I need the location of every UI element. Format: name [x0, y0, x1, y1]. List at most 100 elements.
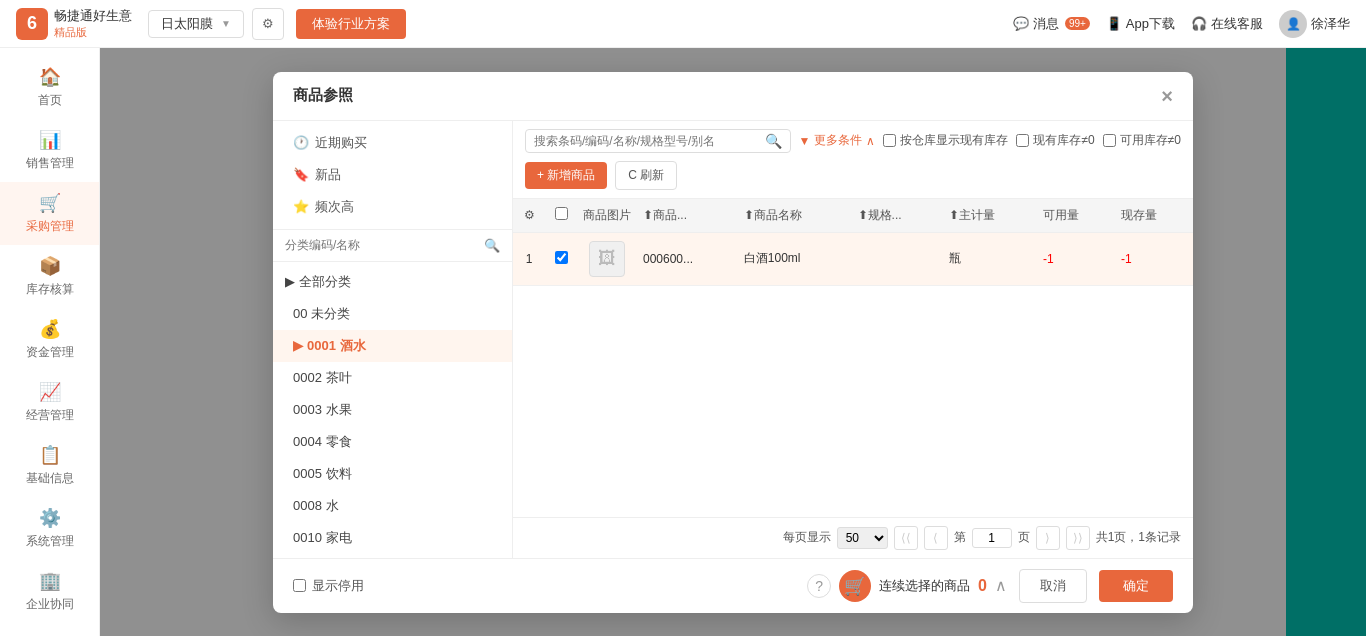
col-stock: 现存量	[1115, 199, 1193, 233]
star-icon: ⭐	[293, 199, 309, 214]
category-item-7[interactable]: 0008 水	[273, 490, 512, 522]
sidebar-item-7[interactable]: ⚙️ 系统管理	[0, 497, 99, 560]
category-list: ▶ 全部分类00 未分类▶ 0001 酒水0002 茶叶0003 水果0004 …	[273, 262, 512, 558]
quick-filters: 🕐 近期购买 🔖 新品 ⭐ 频次高	[273, 121, 512, 230]
table-row[interactable]: 1 🖼 000600... 白酒100ml 瓶 -1 -1	[513, 232, 1193, 285]
table-container: ⚙ 商品图片 ⬆商品...	[513, 199, 1193, 517]
page-suffix: 页	[1018, 529, 1030, 546]
add-product-button[interactable]: + 新增商品	[525, 162, 607, 189]
toolbar: 🔍 ▼ 更多条件 ∧ 按仓库显示现有库存	[513, 121, 1193, 199]
new-icon: 🔖	[293, 167, 309, 182]
sidebar-item-8[interactable]: 🏢 企业协同	[0, 560, 99, 623]
sidebar-icon-3: 📦	[39, 255, 61, 277]
sidebar-label-0: 首页	[38, 92, 62, 109]
select-all-checkbox[interactable]	[555, 207, 568, 220]
sidebar-item-9[interactable]: 📖 新手引导	[0, 623, 99, 636]
sidebar-label-7: 系统管理	[26, 533, 74, 550]
recent-buy-filter[interactable]: 🕐 近期购买	[285, 129, 500, 157]
left-panel: 🕐 近期购买 🔖 新品 ⭐ 频次高	[273, 121, 513, 558]
category-item-6[interactable]: 0005 饮料	[273, 458, 512, 490]
row-num: 1	[513, 232, 545, 285]
show-disabled-checkbox[interactable]: 显示停用	[293, 577, 364, 595]
app-download-button[interactable]: 📱 App下载	[1106, 15, 1175, 33]
category-item-5[interactable]: 0004 零食	[273, 426, 512, 458]
avatar: 👤	[1279, 10, 1307, 38]
refresh-button[interactable]: C 刷新	[615, 161, 677, 190]
category-item-8[interactable]: 0010 家电	[273, 522, 512, 554]
nav-right: 💬 消息 99+ 📱 App下载 🎧 在线客服 👤 徐泽华	[1013, 10, 1350, 38]
last-page-button[interactable]: ⟩⟩	[1066, 526, 1090, 550]
sidebar-label-2: 采购管理	[26, 218, 74, 235]
expand-icon: ▶	[285, 274, 295, 289]
sidebar-label-3: 库存核算	[26, 281, 74, 298]
sidebar-item-6[interactable]: 📋 基础信息	[0, 434, 99, 497]
modal-footer: 显示停用 ? 🛒 连续选择的商品 0 ∧ 取消 确定	[273, 558, 1193, 613]
row-available: -1	[1037, 232, 1115, 285]
modal-dialog: 商品参照 × 🕐 近期购买 🔖	[273, 72, 1193, 613]
sidebar-item-1[interactable]: 📊 销售管理	[0, 119, 99, 182]
cancel-button[interactable]: 取消	[1019, 569, 1087, 603]
category-item-1[interactable]: 00 未分类	[273, 298, 512, 330]
sidebar-item-2[interactable]: 🛒 采购管理	[0, 182, 99, 245]
confirm-button[interactable]: 确定	[1099, 570, 1173, 602]
pagination: 每页显示 50 20 100 ⟨⟨ ⟨ 第 页 ⟩	[513, 517, 1193, 558]
cart-area: ? 🛒 连续选择的商品 0 ∧	[807, 570, 1007, 602]
user-menu[interactable]: 👤 徐泽华	[1279, 10, 1350, 38]
sidebar-icon-6: 📋	[39, 444, 61, 466]
page-number-input[interactable]	[972, 528, 1012, 548]
per-page-select[interactable]: 50 20 100	[837, 527, 888, 549]
product-table: ⚙ 商品图片 ⬆商品...	[513, 199, 1193, 286]
category-all[interactable]: ▶ 全部分类	[273, 266, 512, 298]
category-search-input[interactable]	[285, 238, 478, 252]
content-area: 商品参照 × 🕐 近期购买 🔖	[100, 48, 1366, 636]
category-search: 🔍	[273, 230, 512, 262]
cart-count: 0	[978, 577, 987, 595]
logo-area: 6 畅捷通好生意 精品版	[16, 8, 132, 40]
sidebar-item-0[interactable]: 🏠 首页	[0, 56, 99, 119]
prev-page-button[interactable]: ⟨	[924, 526, 948, 550]
download-icon: 📱	[1106, 16, 1122, 31]
category-item-4[interactable]: 0003 水果	[273, 394, 512, 426]
col-code: ⬆商品...	[637, 199, 738, 233]
sidebar-icon-5: 📈	[39, 381, 61, 403]
logo-text: 畅捷通好生意 精品版	[54, 8, 132, 39]
freq-high-filter[interactable]: ⭐ 频次高	[285, 193, 500, 221]
row-name: 白酒100ml	[738, 232, 852, 285]
available-nonzero-checkbox[interactable]: 可用库存≠0	[1103, 132, 1181, 149]
category-item-3[interactable]: 0002 茶叶	[273, 362, 512, 394]
gear-button[interactable]: ⚙	[252, 8, 284, 40]
sidebar-item-4[interactable]: 💰 资金管理	[0, 308, 99, 371]
table-settings-icon[interactable]: ⚙	[524, 208, 535, 222]
sidebar-icon-1: 📊	[39, 129, 61, 151]
search-box: 🔍	[525, 129, 791, 153]
sidebar-item-5[interactable]: 📈 经营管理	[0, 371, 99, 434]
first-page-button[interactable]: ⟨⟨	[894, 526, 918, 550]
row-checkbox[interactable]	[545, 232, 577, 285]
help-icon[interactable]: ?	[807, 574, 831, 598]
per-page-label: 每页显示	[783, 529, 831, 546]
sidebar-icon-4: 💰	[39, 318, 61, 340]
online-service-button[interactable]: 🎧 在线客服	[1191, 15, 1263, 33]
product-thumbnail: 🖼	[589, 241, 625, 277]
trial-button[interactable]: 体验行业方案	[296, 9, 406, 39]
messages-button[interactable]: 💬 消息 99+	[1013, 15, 1090, 33]
warehouse-stock-checkbox[interactable]: 按仓库显示现有库存	[883, 132, 1008, 149]
nav-dropdown[interactable]: 日太阳膜 ▼	[148, 10, 244, 38]
col-available: 可用量	[1037, 199, 1115, 233]
clock-icon: 🕐	[293, 135, 309, 150]
sidebar-label-5: 经营管理	[26, 407, 74, 424]
product-search-input[interactable]	[534, 134, 761, 148]
sidebar-label-8: 企业协同	[26, 596, 74, 613]
collapse-cart-icon[interactable]: ∧	[995, 576, 1007, 595]
filter-button[interactable]: ▼ 更多条件 ∧	[799, 132, 876, 149]
close-button[interactable]: ×	[1161, 86, 1173, 106]
col-image: 商品图片	[577, 199, 637, 233]
nonzero-stock-checkbox[interactable]: 现有库存≠0	[1016, 132, 1094, 149]
row-code: 000600...	[637, 232, 738, 285]
sidebar-item-3[interactable]: 📦 库存核算	[0, 245, 99, 308]
category-item-2[interactable]: ▶ 0001 酒水	[273, 330, 512, 362]
new-goods-filter[interactable]: 🔖 新品	[285, 161, 500, 189]
next-page-button[interactable]: ⟩	[1036, 526, 1060, 550]
sidebar-label-6: 基础信息	[26, 470, 74, 487]
cart-icon[interactable]: 🛒	[839, 570, 871, 602]
